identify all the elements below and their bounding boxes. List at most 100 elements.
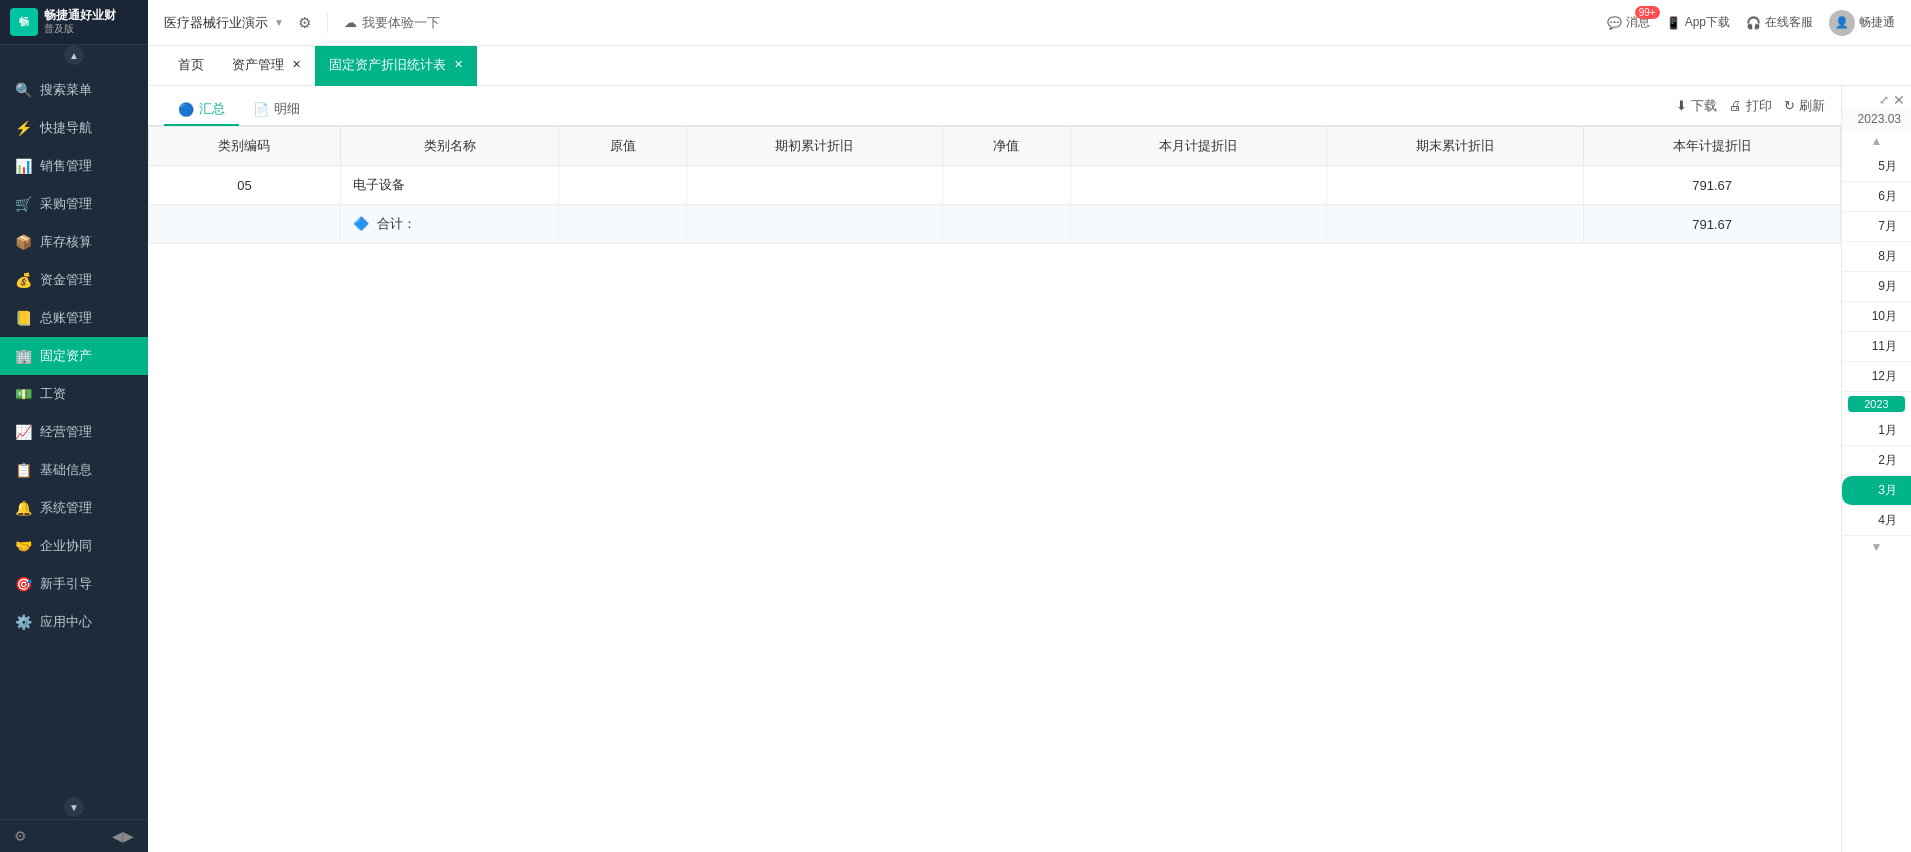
date-item-4[interactable]: 4月 <box>1842 506 1911 536</box>
date-item-12[interactable]: 12月 <box>1842 362 1911 392</box>
content-main: 🔵 汇总 📄 明细 ⬇ 下载 🖨 打印 <box>148 86 1841 852</box>
topbar-right: 💬 消息 99+ 📱 App下载 🎧 在线客服 👤 畅捷通 <box>1607 10 1895 36</box>
sidebar-icon-inventory: 📦 <box>14 234 32 250</box>
expand-icon[interactable]: ⤢ <box>1879 93 1889 107</box>
sidebar-label-operations: 经营管理 <box>40 423 92 441</box>
experience-btn[interactable]: ☁ 我要体验一下 <box>344 14 440 32</box>
download-btn[interactable]: ⬇ 下载 <box>1676 97 1717 115</box>
year-badge: 2023 <box>1848 396 1905 412</box>
sidebar-item-fixed-assets[interactable]: 🏢 固定资产 <box>0 337 148 375</box>
topbar: 医疗器械行业演示 ▼ ⚙ ☁ 我要体验一下 💬 消息 99+ 📱 App下载 🎧… <box>148 0 1911 46</box>
message-btn[interactable]: 💬 消息 99+ <box>1607 14 1650 31</box>
date-item-2[interactable]: 2月 <box>1842 446 1911 476</box>
date-item-10[interactable]: 10月 <box>1842 302 1911 332</box>
sub-tab-detail-label: 明细 <box>274 100 300 118</box>
sub-tab-summary-label: 汇总 <box>199 100 225 118</box>
message-icon: 💬 <box>1607 16 1622 30</box>
tab-fixed-asset-dep-close[interactable]: ✕ <box>454 58 463 71</box>
subtotal-row: 🔷 合计： 791.67 <box>149 205 1841 244</box>
tab-fixed-asset-dep-label: 固定资产折旧统计表 <box>329 56 446 74</box>
table-header-row: 类别编码 类别名称 原值 期初累计折旧 净值 本月计提折旧 期末累计折旧 本年计… <box>149 127 1841 166</box>
subtotal-period-end <box>1327 205 1584 244</box>
sidebar-item-enterprise[interactable]: 🤝 企业协同 <box>0 527 148 565</box>
sidebar-icon-app-center: ⚙️ <box>14 614 32 630</box>
sub-tab-summary[interactable]: 🔵 汇总 <box>164 94 239 126</box>
col-annual-dep: 本年计提折旧 <box>1584 127 1841 166</box>
tab-asset-mgmt[interactable]: 资产管理 ✕ <box>218 46 315 86</box>
print-btn[interactable]: 🖨 打印 <box>1729 97 1772 115</box>
tabs-bar: 首页 资产管理 ✕ 固定资产折旧统计表 ✕ <box>148 46 1911 86</box>
sidebar-title-group: 畅捷通好业财 普及版 <box>44 8 116 36</box>
experience-label: 我要体验一下 <box>362 14 440 32</box>
sidebar-label-system: 系统管理 <box>40 499 92 517</box>
sidebar-icon-guide: 🎯 <box>14 576 32 592</box>
sidebar-item-operations[interactable]: 📈 经营管理 <box>0 413 148 451</box>
service-icon: 🎧 <box>1746 16 1761 30</box>
refresh-btn[interactable]: ↻ 刷新 <box>1784 97 1825 115</box>
date-item-6[interactable]: 6月 <box>1842 182 1911 212</box>
sidebar-version: 普及版 <box>44 22 116 36</box>
sidebar-item-guide[interactable]: 🎯 新手引导 <box>0 565 148 603</box>
subtotal-initial-dep <box>686 205 943 244</box>
app-download-btn[interactable]: 📱 App下载 <box>1666 14 1730 31</box>
date-item-11[interactable]: 11月 <box>1842 332 1911 362</box>
experience-icon: ☁ <box>344 15 357 30</box>
subtotal-original <box>559 205 686 244</box>
sidebar-item-system[interactable]: 🔔 系统管理 <box>0 489 148 527</box>
date-item-3-active[interactable]: 3月 <box>1842 476 1911 506</box>
sidebar-label-sales: 销售管理 <box>40 157 92 175</box>
sidebar: 畅 畅捷通好业财 普及版 ▲ 🔍 搜索菜单 ⚡ 快捷导航 📊 销售管理 🛒 采购… <box>0 0 148 852</box>
sidebar-icon-payroll: 💵 <box>14 386 32 402</box>
date-item-1[interactable]: 1月 <box>1842 416 1911 446</box>
tab-home[interactable]: 首页 <box>164 46 218 86</box>
app-label: App下载 <box>1685 14 1730 31</box>
topbar-settings-icon[interactable]: ⚙ <box>298 14 311 32</box>
sidebar-item-inventory[interactable]: 📦 库存核算 <box>0 223 148 261</box>
company-name: 医疗器械行业演示 <box>164 14 268 32</box>
date-item-8[interactable]: 8月 <box>1842 242 1911 272</box>
user-label: 畅捷通 <box>1859 14 1895 31</box>
date-scroll-down[interactable]: ▼ <box>1842 536 1911 558</box>
sidebar-item-base-info[interactable]: 📋 基础信息 <box>0 451 148 489</box>
table-container: 类别编码 类别名称 原值 期初累计折旧 净值 本月计提折旧 期末累计折旧 本年计… <box>148 126 1841 852</box>
sidebar-label-capital: 资金管理 <box>40 271 92 289</box>
user-info[interactable]: 👤 畅捷通 <box>1829 10 1895 36</box>
download-icon: ⬇ <box>1676 98 1687 113</box>
detail-icon: 📄 <box>253 102 269 117</box>
sidebar-footer: ⚙ ◀▶ <box>0 819 148 852</box>
subtotal-label: 🔷 合计： <box>340 205 558 244</box>
tab-asset-mgmt-close[interactable]: ✕ <box>292 58 301 71</box>
date-item-7[interactable]: 7月 <box>1842 212 1911 242</box>
panel-close-icon[interactable]: ✕ <box>1893 92 1905 108</box>
company-selector[interactable]: 医疗器械行业演示 ▼ <box>164 14 284 32</box>
service-btn[interactable]: 🎧 在线客服 <box>1746 14 1813 31</box>
sub-tab-detail[interactable]: 📄 明细 <box>239 94 314 126</box>
depreciation-table: 类别编码 类别名称 原值 期初累计折旧 净值 本月计提折旧 期末累计折旧 本年计… <box>148 126 1841 244</box>
sidebar-scroll-down[interactable]: ▼ <box>64 797 84 817</box>
tab-fixed-asset-depreciation[interactable]: 固定资产折旧统计表 ✕ <box>315 46 477 86</box>
sidebar-item-capital[interactable]: 💰 资金管理 <box>0 261 148 299</box>
row-initial-dep <box>686 166 943 205</box>
sidebar-label-purchase: 采购管理 <box>40 195 92 213</box>
date-item-5[interactable]: 5月 <box>1842 152 1911 182</box>
sidebar-item-sales[interactable]: 📊 销售管理 <box>0 147 148 185</box>
sidebar-icon-purchase: 🛒 <box>14 196 32 212</box>
sidebar-icon-capital: 💰 <box>14 272 32 288</box>
col-original: 原值 <box>559 127 686 166</box>
sidebar-item-search[interactable]: 🔍 搜索菜单 <box>0 71 148 109</box>
sidebar-item-quick-nav[interactable]: ⚡ 快捷导航 <box>0 109 148 147</box>
date-item-9[interactable]: 9月 <box>1842 272 1911 302</box>
sidebar-item-ledger[interactable]: 📒 总账管理 <box>0 299 148 337</box>
toolbar-right: ⬇ 下载 🖨 打印 ↻ 刷新 <box>1676 97 1825 123</box>
sidebar-label-base-info: 基础信息 <box>40 461 92 479</box>
sidebar-icon-search: 🔍 <box>14 82 32 98</box>
sidebar-item-purchase[interactable]: 🛒 采购管理 <box>0 185 148 223</box>
sidebar-item-payroll[interactable]: 💵 工资 <box>0 375 148 413</box>
sidebar-label-guide: 新手引导 <box>40 575 92 593</box>
sidebar-app-title: 畅捷通好业财 <box>44 8 116 22</box>
settings-icon[interactable]: ⚙ <box>14 828 27 844</box>
sidebar-scroll-up[interactable]: ▲ <box>64 45 84 65</box>
sidebar-item-app-center[interactable]: ⚙️ 应用中心 <box>0 603 148 641</box>
collapse-icon[interactable]: ◀▶ <box>112 828 134 844</box>
date-scroll-up[interactable]: ▲ <box>1842 130 1911 152</box>
